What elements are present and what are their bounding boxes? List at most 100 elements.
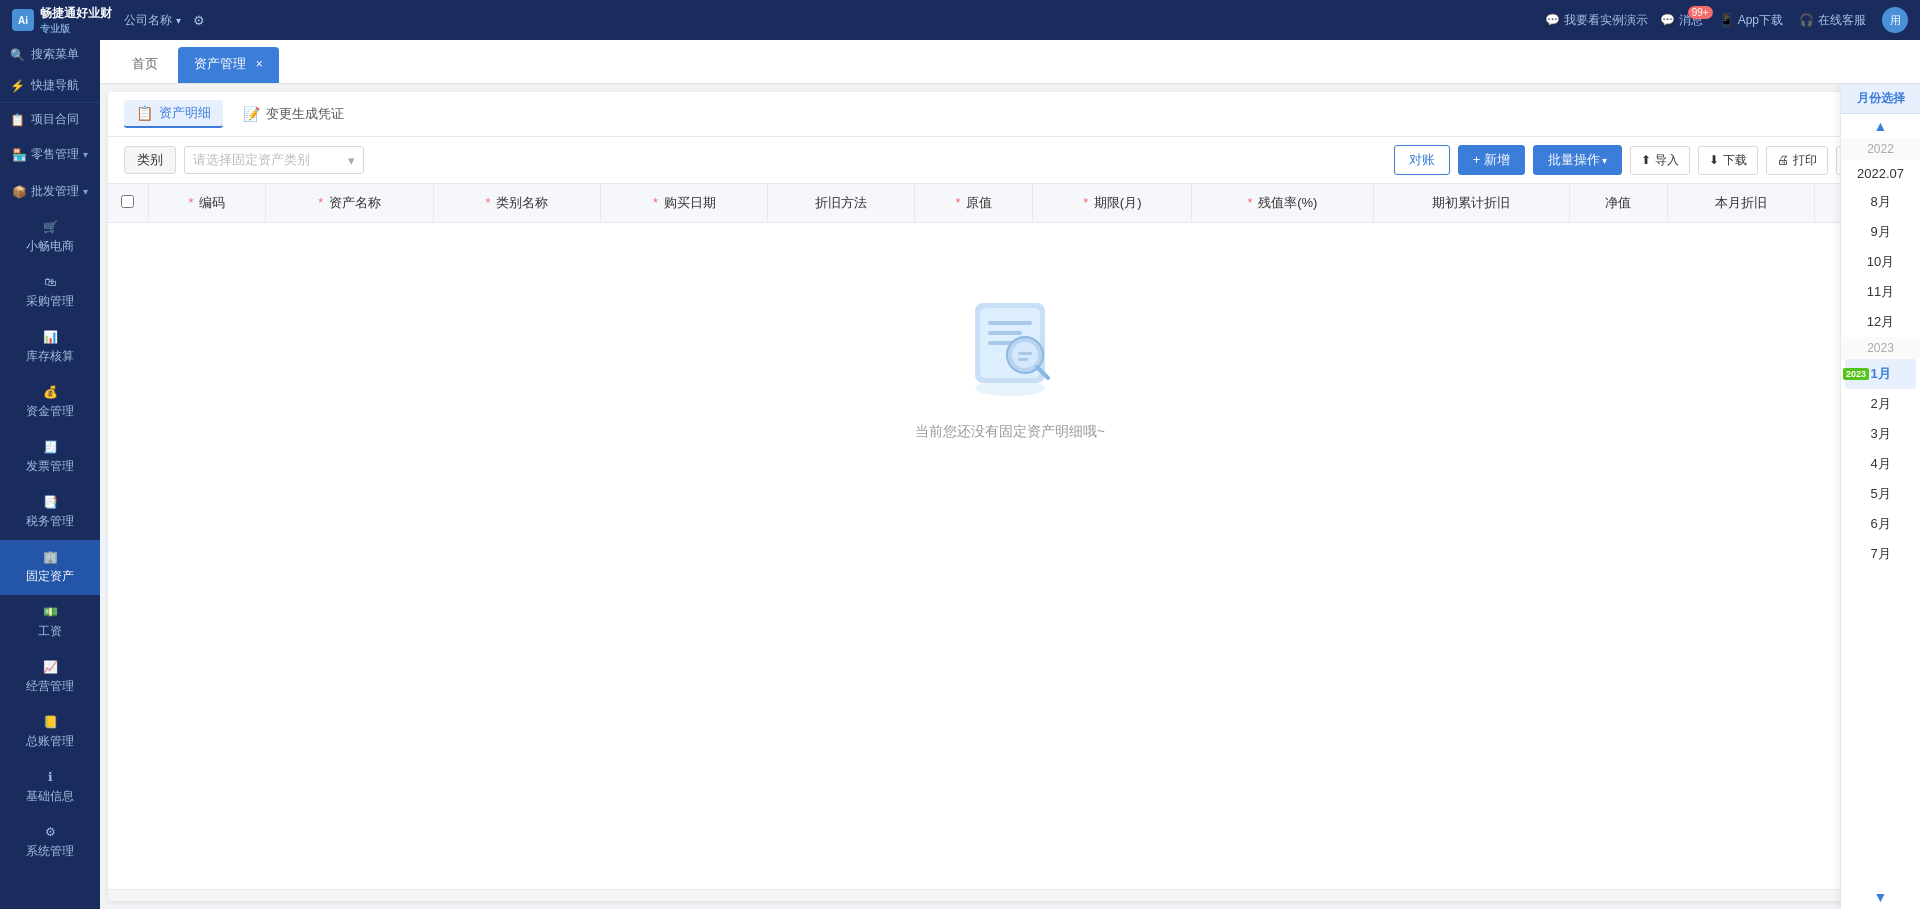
month-item-12[interactable]: 12月 <box>1841 307 1920 337</box>
sidebar-item-salary[interactable]: 💵 工资 <box>0 595 100 650</box>
col-net-value: 净值 <box>1570 184 1667 223</box>
col-depreciation-method: 折旧方法 <box>768 184 915 223</box>
svg-rect-3 <box>988 321 1032 325</box>
print-button[interactable]: 🖨 打印 <box>1766 146 1828 175</box>
add-button[interactable]: + 新增 <box>1458 145 1525 175</box>
col-period-months: * 期限(月) <box>1033 184 1192 223</box>
sidebar-quick-nav[interactable]: ⚡ 快捷导航 <box>0 69 100 102</box>
tab-home[interactable]: 首页 <box>116 47 174 83</box>
svg-rect-9 <box>1018 352 1032 355</box>
sidebar-item-system[interactable]: ⚙ 系统管理 <box>0 815 100 870</box>
app-download-button[interactable]: 📱 App下载 <box>1719 12 1783 29</box>
sidebar-item-inventory[interactable]: 📊 库存核算 <box>0 320 100 375</box>
bottom-scrollbar[interactable] <box>108 889 1912 901</box>
sidebar-item-finance[interactable]: 💰 资金管理 <box>0 375 100 430</box>
col-accumulated-depreciation: 期初累计折旧 <box>1373 184 1570 223</box>
sidebar-item-ecommerce[interactable]: 🛒 小畅电商 <box>0 210 100 265</box>
online-service-button[interactable]: 🎧 在线客服 <box>1799 12 1866 29</box>
month-item-10[interactable]: 10月 <box>1841 247 1920 277</box>
month-item-2[interactable]: 2月 <box>1841 389 1920 419</box>
svg-rect-10 <box>1018 358 1028 361</box>
sidebar-item-retail[interactable]: 🏪 零售管理 ▾ <box>0 136 100 173</box>
sub-tab-bar: 📋 资产明细 📝 变更生成凭证 <box>108 92 1912 137</box>
col-original-value: * 原值 <box>915 184 1033 223</box>
year-2022-label: 2022 <box>1841 138 1920 160</box>
checkbox-header[interactable] <box>108 184 148 223</box>
sidebar-item-basic-info[interactable]: ℹ 基础信息 <box>0 760 100 815</box>
month-item-7-2023[interactable]: 7月 <box>1841 539 1920 569</box>
month-item-9[interactable]: 9月 <box>1841 217 1920 247</box>
sidebar-item-purchase[interactable]: 🛍 采购管理 <box>0 265 100 320</box>
current-year-badge: 2023 <box>1843 368 1869 380</box>
sidebar-item-wholesale[interactable]: 📦 批发管理 ▾ <box>0 173 100 210</box>
top-bar: Ai 畅捷通好业财 专业版 公司名称 ▾ ⚙ 💬 我要看实例演示 💬 消息 99… <box>0 0 1920 40</box>
batch-button[interactable]: 批量操作 ▾ <box>1533 145 1622 175</box>
asset-table: * 编码 * 资产名称 * 类别名称 <box>108 184 1912 501</box>
month-item-8[interactable]: 8月 <box>1841 187 1920 217</box>
sidebar-item-tax[interactable]: 📑 税务管理 <box>0 485 100 540</box>
tab-bar: 首页 资产管理 × <box>100 40 1920 84</box>
month-item-2023-1[interactable]: 2023 1月 <box>1845 359 1916 389</box>
logo-icon: Ai <box>12 9 34 31</box>
chevron-down-icon: ▾ <box>176 15 181 26</box>
toolbar: 类别 请选择固定资产类别 ▾ 对账 + 新增 <box>108 137 1912 184</box>
voucher-icon: 📝 <box>243 106 260 122</box>
month-item-11[interactable]: 11月 <box>1841 277 1920 307</box>
import-button[interactable]: ⬆ 导入 <box>1630 146 1690 175</box>
month-panel-up-button[interactable]: ▲ <box>1841 114 1920 138</box>
chevron-icon2: ▾ <box>83 186 88 197</box>
project-icon: 📋 <box>10 113 25 127</box>
col-purchase-date: * 购买日期 <box>601 184 768 223</box>
message-button[interactable]: 💬 消息 99+ <box>1660 12 1703 29</box>
sidebar-item-fixed-assets[interactable]: 🏢 固定资产 <box>0 540 100 595</box>
month-panel-down-button[interactable]: ▼ <box>1841 885 1920 909</box>
tax-icon: 📑 <box>43 495 58 509</box>
sub-tab-asset-detail[interactable]: 📋 资产明细 <box>124 100 223 128</box>
inventory-icon: 📊 <box>43 330 58 344</box>
search-icon: 🔍 <box>10 48 25 62</box>
month-item-6[interactable]: 6月 <box>1841 509 1920 539</box>
month-item-2022-07[interactable]: 2022.07 <box>1841 160 1920 187</box>
month-panel-header: 月份选择 <box>1841 84 1920 114</box>
month-item-5[interactable]: 5月 <box>1841 479 1920 509</box>
tab-asset-management[interactable]: 资产管理 × <box>178 47 279 83</box>
select-all-checkbox[interactable] <box>121 195 134 208</box>
empty-state: 当前您还没有固定资产明细哦~ <box>108 223 1912 501</box>
tab-close-icon[interactable]: × <box>256 57 263 71</box>
empty-state-cell: 当前您还没有固定资产明细哦~ <box>108 223 1912 502</box>
settings-icon[interactable]: ⚙ <box>193 13 205 28</box>
sidebar-item-management[interactable]: 📈 经营管理 <box>0 650 100 705</box>
table-header-row: * 编码 * 资产名称 * 类别名称 <box>108 184 1912 223</box>
col-code: * 编码 <box>148 184 266 223</box>
sub-tab-generate-voucher[interactable]: 📝 变更生成凭证 <box>231 101 356 127</box>
month-panel: 月份选择 ▲ 2022 2022.07 8月 9月 10月 11月 12月 20… <box>1840 84 1920 909</box>
empty-illustration <box>950 283 1070 403</box>
app-edition: 专业版 <box>40 22 112 36</box>
col-category: * 类别名称 <box>433 184 600 223</box>
sidebar-item-ledger[interactable]: 📒 总账管理 <box>0 705 100 760</box>
sidebar-item-invoice[interactable]: 🧾 发票管理 <box>0 430 100 485</box>
wholesale-icon: 📦 <box>12 185 27 199</box>
table-container: * 编码 * 资产名称 * 类别名称 <box>108 184 1912 889</box>
sidebar-search[interactable]: 🔍 搜索菜单 <box>0 40 100 69</box>
import-icon: ⬆ <box>1641 153 1651 167</box>
batch-arrow-icon: ▾ <box>1602 155 1607 166</box>
select-arrow-icon: ▾ <box>348 153 355 168</box>
month-item-4[interactable]: 4月 <box>1841 449 1920 479</box>
col-monthly-depreciation: 本月折旧 <box>1667 184 1814 223</box>
year-2023-label: 2023 <box>1841 337 1920 359</box>
company-selector[interactable]: 公司名称 ▾ <box>124 12 181 29</box>
category-label: 类别 <box>124 146 176 174</box>
reconcile-button[interactable]: 对账 <box>1394 145 1450 175</box>
top-bar-actions: 💬 消息 99+ 📱 App下载 🎧 在线客服 用 <box>1660 7 1908 33</box>
col-residual-rate: * 残值率(%) <box>1192 184 1373 223</box>
company-name: 公司名称 <box>124 12 172 29</box>
svg-rect-4 <box>988 331 1022 335</box>
month-item-3[interactable]: 3月 <box>1841 419 1920 449</box>
sidebar-item-project[interactable]: 📋 项目合同 <box>0 102 100 136</box>
download-button[interactable]: ⬇ 下载 <box>1698 146 1758 175</box>
management-icon: 📈 <box>43 660 58 674</box>
category-select[interactable]: 请选择固定资产类别 ▾ <box>184 146 364 174</box>
demo-link[interactable]: 💬 我要看实例演示 <box>1545 12 1648 29</box>
avatar[interactable]: 用 <box>1882 7 1908 33</box>
